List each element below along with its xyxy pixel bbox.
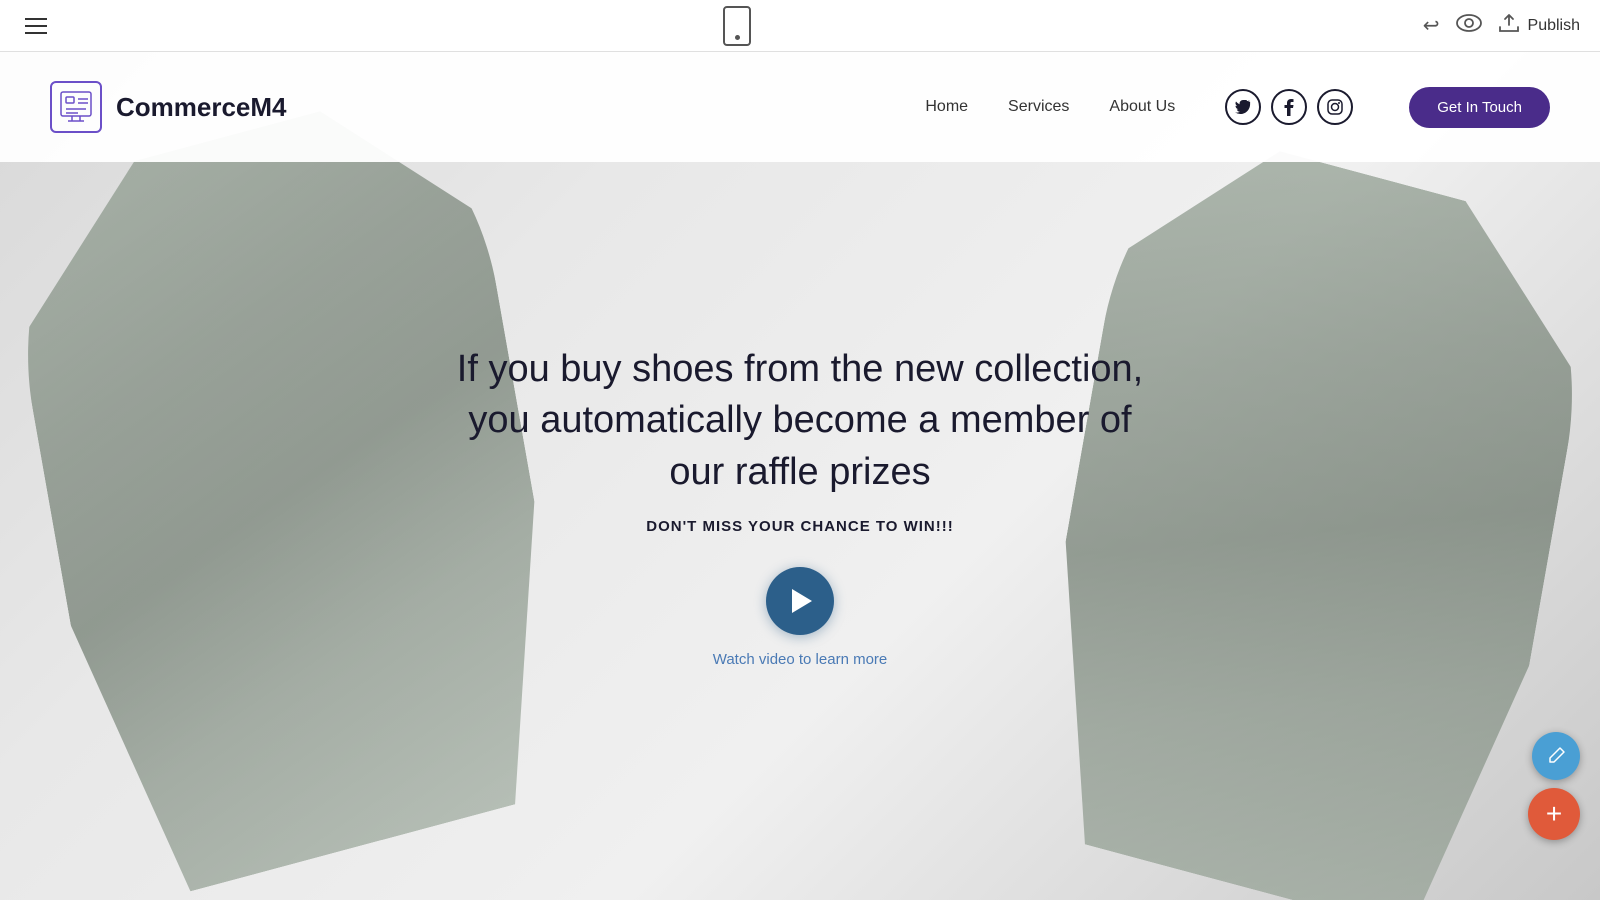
video-play-container: Watch video to learn more	[440, 567, 1160, 668]
twitter-icon[interactable]	[1225, 89, 1261, 125]
get-in-touch-button[interactable]: Get In Touch	[1409, 87, 1550, 128]
toolbar-left	[20, 13, 52, 39]
menu-icon[interactable]	[20, 13, 52, 39]
mobile-preview-icon[interactable]	[723, 6, 751, 46]
upload-icon	[1498, 13, 1520, 38]
preview-eye-icon[interactable]	[1456, 14, 1482, 38]
website-canvas: If you buy shoes from the new collection…	[0, 52, 1600, 900]
site-logo: CommerceM4	[50, 81, 287, 133]
hero-title: If you buy shoes from the new collection…	[440, 344, 1160, 498]
site-nav: Home Services About Us	[925, 87, 1550, 128]
publish-button[interactable]: Publish	[1498, 13, 1580, 38]
toolbar: ↩ Publish	[0, 0, 1600, 52]
hero-content: If you buy shoes from the new collection…	[440, 344, 1160, 668]
social-links	[1225, 89, 1353, 125]
play-button[interactable]	[766, 567, 834, 635]
hero-section: If you buy shoes from the new collection…	[0, 52, 1600, 900]
instagram-icon[interactable]	[1317, 89, 1353, 125]
fab-add-button[interactable]: +	[1528, 788, 1580, 840]
publish-label: Publish	[1528, 17, 1580, 35]
play-triangle-icon	[792, 589, 812, 613]
nav-home[interactable]: Home	[925, 98, 968, 116]
fab-edit-button[interactable]	[1532, 732, 1580, 780]
facebook-icon[interactable]	[1271, 89, 1307, 125]
nav-services[interactable]: Services	[1008, 98, 1069, 116]
hero-background: If you buy shoes from the new collection…	[0, 52, 1600, 900]
watch-video-label[interactable]: Watch video to learn more	[713, 651, 888, 668]
hero-subtitle: DON'T MISS YOUR CHANCE TO WIN!!!	[440, 518, 1160, 535]
logo-icon	[50, 81, 102, 133]
undo-icon[interactable]: ↩	[1423, 13, 1440, 38]
toolbar-right: ↩ Publish	[1423, 13, 1580, 38]
site-header: CommerceM4 Home Services About Us	[0, 52, 1600, 162]
toolbar-center	[723, 6, 751, 46]
nav-about[interactable]: About Us	[1109, 98, 1175, 116]
site-name: CommerceM4	[116, 92, 287, 123]
